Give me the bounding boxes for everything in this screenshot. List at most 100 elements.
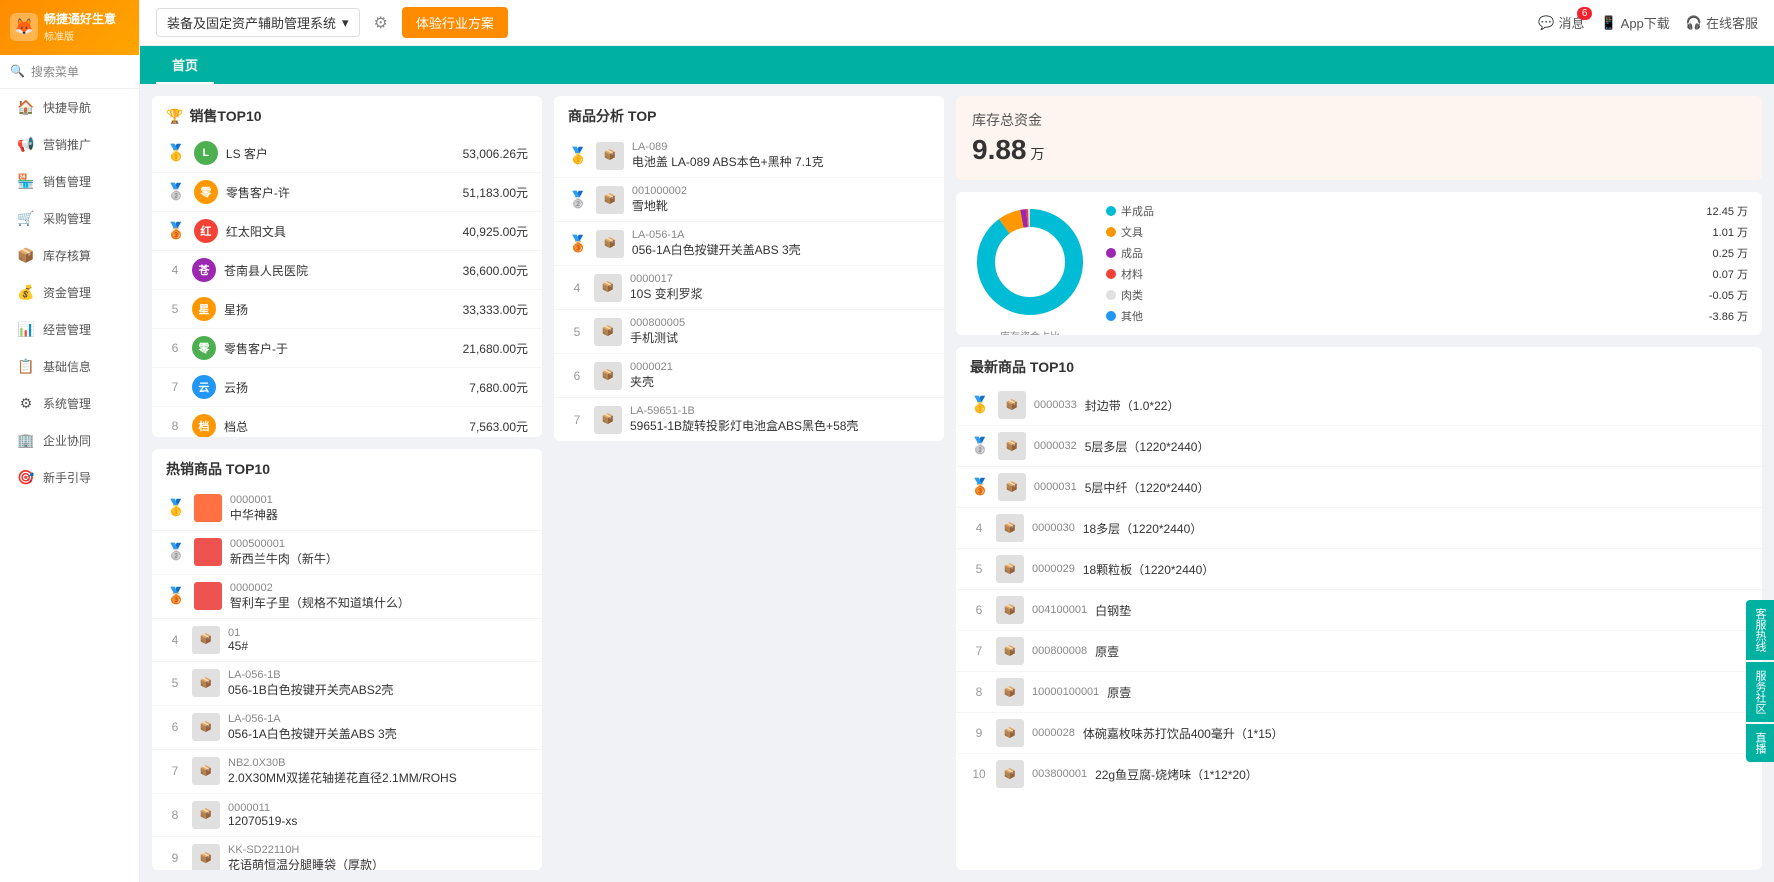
customer-name: 零售客户-许	[226, 184, 455, 201]
product-img: 📦	[594, 274, 622, 302]
product-name: 5层中纤（1220*2440）	[1085, 479, 1210, 496]
product-code: LA-056-1B	[228, 669, 393, 681]
customer-value: 21,680.00元	[463, 340, 528, 357]
product-img: 📦	[998, 391, 1026, 419]
system-selector[interactable]: 装备及固定资产辅助管理系统 ▾	[156, 8, 360, 37]
newest-products-title: 最新商品 TOP10	[956, 347, 1762, 385]
tab-home[interactable]: 首页	[156, 47, 214, 84]
float-button[interactable]: 服务社区	[1746, 662, 1774, 722]
rank-medal: 🥉	[166, 586, 186, 606]
sidebar-item-purchase[interactable]: 🛒采购管理	[0, 200, 139, 237]
rank-num: 7	[970, 644, 988, 658]
avatar: 零	[192, 336, 216, 360]
list-item: 🥇 0000001 中华神器	[152, 487, 542, 531]
avatar: 星	[192, 297, 216, 321]
sidebar-icon-inventory: 📦	[17, 247, 35, 264]
list-item: 9📦 KK-SD22110H 花语萌恒温分腿睡袋（厚款）	[152, 837, 542, 870]
list-item: 7 📦 000800008 原壹	[956, 631, 1762, 672]
product-name: 体碗嘉枚味苏打饮品400毫升（1*15）	[1083, 725, 1284, 742]
legend-name: 材料	[1121, 266, 1708, 282]
list-item: 4📦 01 45#	[152, 619, 542, 662]
customer-name: 云扬	[224, 379, 461, 396]
sidebar-label-enterprise: 企业协同	[43, 432, 91, 449]
rank-num: 7	[166, 764, 184, 778]
app-download-label: App下载	[1621, 13, 1670, 32]
middle-products-list: 🥇 📦 LA-089 电池盖 LA-089 ABS本色+黑种 7.1克 🥈 📦 …	[554, 134, 944, 441]
left-panel: 🏆 销售TOP10 🥇 L LS 客户 53,006.26元🥈 零 零售客户-许…	[152, 96, 542, 870]
product-name: 59651-1B旋转投影灯电池盒ABS黑色+58壳	[630, 417, 858, 434]
message-icon: 💬	[1538, 15, 1554, 31]
sidebar-item-inventory[interactable]: 📦库存核算	[0, 237, 139, 274]
sidebar-icon-enterprise: 🏢	[17, 432, 35, 449]
list-item: 6📦 LA-056-1A 056-1A白色按键开关盖ABS 3壳	[152, 706, 542, 750]
sidebar-icon-sales: 🏪	[17, 173, 35, 190]
online-service-item[interactable]: 🎧 在线客服	[1686, 13, 1758, 32]
product-code: 0000011	[228, 802, 297, 814]
legend-item: 半成品 12.45 万	[1106, 203, 1748, 219]
sidebar-item-finance[interactable]: 💰资金管理	[0, 274, 139, 311]
legend-item: 文具 1.01 万	[1106, 224, 1748, 240]
message-item[interactable]: 💬 消息 6	[1538, 13, 1584, 32]
sidebar-label-sales: 销售管理	[43, 173, 91, 190]
newest-products-card: 最新商品 TOP10 🥇 📦 0000033 封边带（1.0*22）🥈 📦 00…	[956, 347, 1762, 870]
sidebar-icon-system: ⚙	[17, 395, 35, 412]
mobile-icon: 📱	[1600, 15, 1616, 31]
rank-num: 5	[970, 562, 988, 576]
product-name: 新西兰牛肉（新牛）	[230, 550, 338, 567]
table-row: 🥇 L LS 客户 53,006.26元	[152, 134, 542, 173]
product-code: 0000031	[1034, 481, 1077, 493]
rank-num: 7	[166, 380, 184, 394]
product-code: 0000017	[630, 273, 703, 285]
product-code: LA-59651-1B	[630, 405, 858, 417]
gear-icon[interactable]: ⚙	[370, 13, 392, 33]
product-info: 0000011 12070519-xs	[228, 802, 297, 828]
try-btn[interactable]: 体验行业方案	[402, 7, 508, 38]
product-info: 01 45#	[228, 627, 248, 653]
chart-label: 库存资金占比	[1000, 328, 1060, 335]
sidebar-item-operation[interactable]: 📊经营管理	[0, 311, 139, 348]
sidebar-item-system[interactable]: ⚙ 系统管理	[0, 385, 139, 422]
message-badge: 6	[1577, 7, 1593, 20]
list-item: 4 📦 0000017 10S 变利罗浆	[554, 266, 944, 310]
sidebar-label-quick-nav: 快捷导航	[43, 99, 91, 116]
system-name: 装备及固定资产辅助管理系统	[167, 13, 336, 32]
customer-name: LS 客户	[226, 145, 455, 162]
rank-num: 9	[166, 851, 184, 865]
float-button[interactable]: 直播	[1746, 724, 1774, 762]
rank-medal: 🥈	[166, 542, 186, 562]
list-item: 🥈 000500001 新西兰牛肉（新牛）	[152, 531, 542, 575]
rank-medal: 🥉	[166, 221, 186, 241]
list-item: 🥉 0000002 智利车子里（规格不知道填什么）	[152, 575, 542, 619]
chart-area: 库存资金占比 半成品 12.45 万 文具 1.01 万 成品 0.25 万 材…	[956, 192, 1762, 335]
product-img: 📦	[594, 406, 622, 434]
legend-item: 肉类 -0.05 万	[1106, 287, 1748, 303]
sidebar-item-basic-info[interactable]: 📋基础信息	[0, 348, 139, 385]
list-item: 4 📦 0000030 18多层（1220*2440）	[956, 508, 1762, 549]
float-button[interactable]: 客服热线	[1746, 600, 1774, 660]
inventory-value: 9.88	[972, 134, 1027, 166]
list-item: 10 📦 003800001 22g鱼豆腐-烧烤味（1*12*20）	[956, 754, 1762, 794]
sidebar-item-enterprise[interactable]: 🏢 企业协同	[0, 422, 139, 459]
list-item: 🥇 📦 LA-089 电池盖 LA-089 ABS本色+黑种 7.1克	[554, 134, 944, 178]
legend-dot	[1106, 206, 1116, 216]
sidebar-item-sales[interactable]: 🏪 销售管理	[0, 163, 139, 200]
customer-name: 零售客户-于	[224, 340, 455, 357]
legend-val: -0.05 万	[1709, 287, 1748, 303]
app-download-item[interactable]: 📱 App下载	[1600, 13, 1669, 32]
sidebar-icon-purchase: 🛒	[17, 210, 35, 227]
product-info: 0000001 中华神器	[230, 494, 278, 523]
customer-name: 档总	[224, 418, 461, 435]
sidebar-item-guide[interactable]: 🎯新手引导	[0, 459, 139, 496]
search-icon: 🔍	[10, 64, 25, 78]
avatar: 档	[192, 414, 216, 437]
product-name: 电池盖 LA-089 ABS本色+黑种 7.1克	[632, 153, 824, 170]
search-menu[interactable]: 🔍 搜索菜单	[0, 55, 139, 89]
product-img: 📦	[192, 801, 220, 829]
product-img	[194, 582, 222, 610]
sidebar-item-quick-nav[interactable]: 🏠快捷导航	[0, 89, 139, 126]
sidebar-label-system: 系统管理	[43, 395, 91, 412]
legend-dot	[1106, 248, 1116, 258]
customer-value: 51,183.00元	[463, 184, 528, 201]
sidebar-item-marketing[interactable]: 📢营销推广	[0, 126, 139, 163]
product-code: LA-056-1A	[632, 229, 801, 241]
